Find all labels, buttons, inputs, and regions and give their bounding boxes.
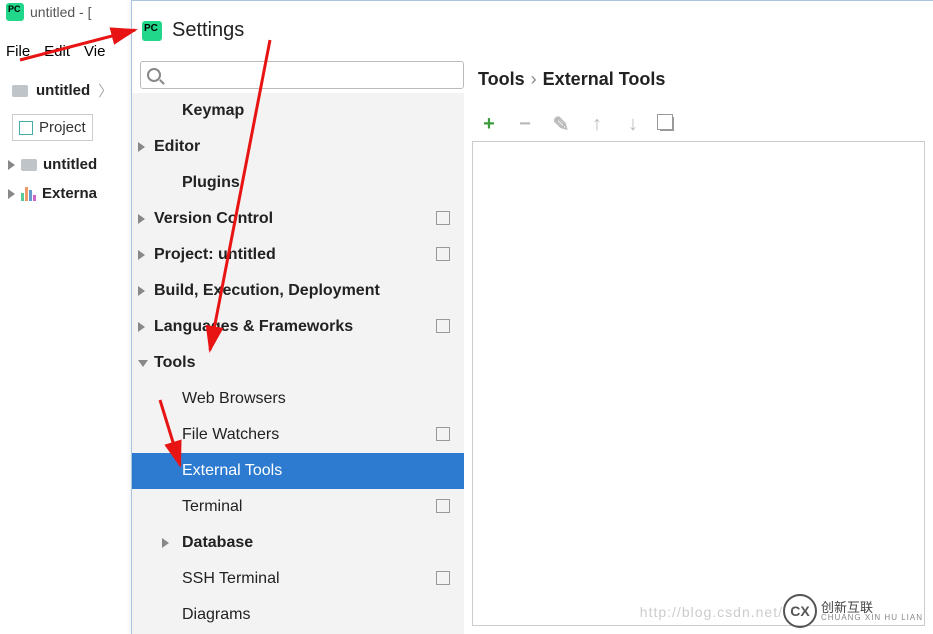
settings-dialog: Settings Keymap Editor Plugins Version C… bbox=[131, 0, 933, 634]
dialog-title-bar: Settings bbox=[142, 19, 244, 42]
sidebar-item-web-browsers[interactable]: Web Browsers bbox=[132, 381, 464, 417]
sidebar-item-label: Plugins bbox=[182, 174, 240, 192]
sidebar-item-terminal[interactable]: Terminal bbox=[132, 489, 464, 525]
dialog-title-text: Settings bbox=[172, 19, 244, 42]
ide-title-text: untitled - [ bbox=[30, 4, 91, 20]
pycharm-icon bbox=[142, 21, 162, 41]
tree-item-external[interactable]: Externa bbox=[4, 179, 101, 208]
folder-icon bbox=[21, 159, 37, 171]
sidebar-item-label: Database bbox=[182, 534, 253, 552]
sidebar-item-label: Web Browsers bbox=[182, 390, 286, 408]
watermark-logo-icon: CX bbox=[783, 594, 817, 628]
per-project-icon bbox=[438, 573, 450, 585]
watermark-url: http://blog.csdn.net/ bbox=[640, 604, 783, 620]
breadcrumb[interactable]: untitled 〉 bbox=[12, 80, 113, 101]
sidebar-item-label: Editor bbox=[154, 138, 200, 156]
chevron-right-icon: › bbox=[531, 69, 537, 90]
crumb-parent: Tools bbox=[478, 69, 525, 90]
settings-content-panel: Tools › External Tools + − ✎ ↑ ↓ bbox=[464, 57, 933, 634]
chevron-right-icon bbox=[8, 189, 15, 199]
per-project-icon bbox=[438, 213, 450, 225]
add-button[interactable]: + bbox=[480, 115, 498, 133]
pycharm-icon bbox=[6, 3, 24, 21]
settings-breadcrumb: Tools › External Tools bbox=[478, 69, 665, 90]
chevron-right-icon bbox=[138, 142, 145, 152]
sidebar-item-external-tools[interactable]: External Tools bbox=[132, 453, 464, 489]
project-tab-label: Project bbox=[39, 119, 86, 136]
sidebar-item-file-watchers[interactable]: File Watchers bbox=[132, 417, 464, 453]
sidebar-item-label: SSH Terminal bbox=[182, 570, 280, 588]
per-project-icon bbox=[438, 501, 450, 513]
sidebar-item-keymap[interactable]: Keymap bbox=[132, 93, 464, 129]
search-icon bbox=[147, 68, 161, 82]
menu-file[interactable]: File bbox=[6, 43, 30, 60]
watermark-cn: 创新互联 bbox=[821, 601, 923, 614]
search-input[interactable] bbox=[167, 67, 457, 83]
menu-edit[interactable]: Edit bbox=[44, 43, 70, 60]
sidebar-item-project[interactable]: Project: untitled bbox=[132, 237, 464, 273]
chevron-right-icon bbox=[162, 538, 169, 548]
watermark-en: CHUANG XIN HU LIAN bbox=[821, 614, 923, 622]
sidebar-item-diagrams[interactable]: Diagrams bbox=[132, 597, 464, 633]
sidebar-item-label: File Watchers bbox=[182, 426, 279, 444]
sidebar-item-label: Terminal bbox=[182, 498, 242, 516]
sidebar-item-label: Diagrams bbox=[182, 606, 250, 624]
breadcrumb-label: untitled bbox=[36, 82, 90, 99]
sidebar-item-tools[interactable]: Tools bbox=[132, 345, 464, 381]
project-tool-tab[interactable]: Project bbox=[12, 114, 93, 141]
settings-search[interactable] bbox=[140, 61, 464, 89]
crumb-leaf: External Tools bbox=[543, 69, 666, 90]
tree-item-label: untitled bbox=[43, 156, 97, 173]
copy-button[interactable] bbox=[660, 117, 674, 131]
sidebar-item-editor[interactable]: Editor bbox=[132, 129, 464, 165]
folder-icon bbox=[12, 85, 28, 97]
chevron-right-icon bbox=[138, 286, 145, 296]
external-libs-icon bbox=[21, 187, 36, 201]
sidebar-item-version-control[interactable]: Version Control bbox=[132, 201, 464, 237]
per-project-icon bbox=[438, 249, 450, 261]
sidebar-item-build[interactable]: Build, Execution, Deployment bbox=[132, 273, 464, 309]
sidebar-item-database[interactable]: Database bbox=[132, 525, 464, 561]
sidebar-item-label: Languages & Frameworks bbox=[154, 318, 353, 336]
sidebar-item-plugins[interactable]: Plugins bbox=[132, 165, 464, 201]
edit-button: ✎ bbox=[552, 115, 570, 133]
project-icon bbox=[19, 121, 33, 135]
move-up-button: ↑ bbox=[588, 115, 606, 133]
watermark-logo: CX 创新互联 CHUANG XIN HU LIAN bbox=[783, 594, 923, 628]
tree-item-untitled[interactable]: untitled bbox=[4, 150, 101, 179]
remove-button: − bbox=[516, 115, 534, 133]
chevron-right-icon bbox=[8, 160, 15, 170]
sidebar-item-label: Build, Execution, Deployment bbox=[154, 282, 380, 300]
move-down-button: ↓ bbox=[624, 115, 642, 133]
chevron-right-icon bbox=[138, 250, 145, 260]
sidebar-item-label: Version Control bbox=[154, 210, 273, 228]
menu-view[interactable]: Vie bbox=[84, 43, 105, 60]
tree-item-label: Externa bbox=[42, 185, 97, 202]
sidebar-item-ssh-terminal[interactable]: SSH Terminal bbox=[132, 561, 464, 597]
sidebar-item-label: Tools bbox=[154, 354, 195, 372]
ide-window-title: untitled - [ bbox=[6, 3, 91, 21]
sidebar-item-label: Keymap bbox=[182, 102, 244, 120]
project-tree: untitled Externa bbox=[4, 150, 101, 208]
external-tools-list[interactable] bbox=[472, 141, 925, 626]
settings-sidebar[interactable]: Keymap Editor Plugins Version Control Pr… bbox=[132, 93, 464, 634]
chevron-right-icon bbox=[138, 214, 145, 224]
external-tools-toolbar: + − ✎ ↑ ↓ bbox=[472, 109, 682, 139]
sidebar-item-label: Project: untitled bbox=[154, 246, 276, 264]
sidebar-item-label: External Tools bbox=[182, 462, 282, 480]
chevron-right-icon bbox=[138, 322, 145, 332]
per-project-icon bbox=[438, 321, 450, 333]
chevron-down-icon bbox=[138, 360, 148, 367]
per-project-icon bbox=[438, 429, 450, 441]
ide-menu-bar: File Edit Vie bbox=[6, 43, 105, 60]
sidebar-item-languages[interactable]: Languages & Frameworks bbox=[132, 309, 464, 345]
